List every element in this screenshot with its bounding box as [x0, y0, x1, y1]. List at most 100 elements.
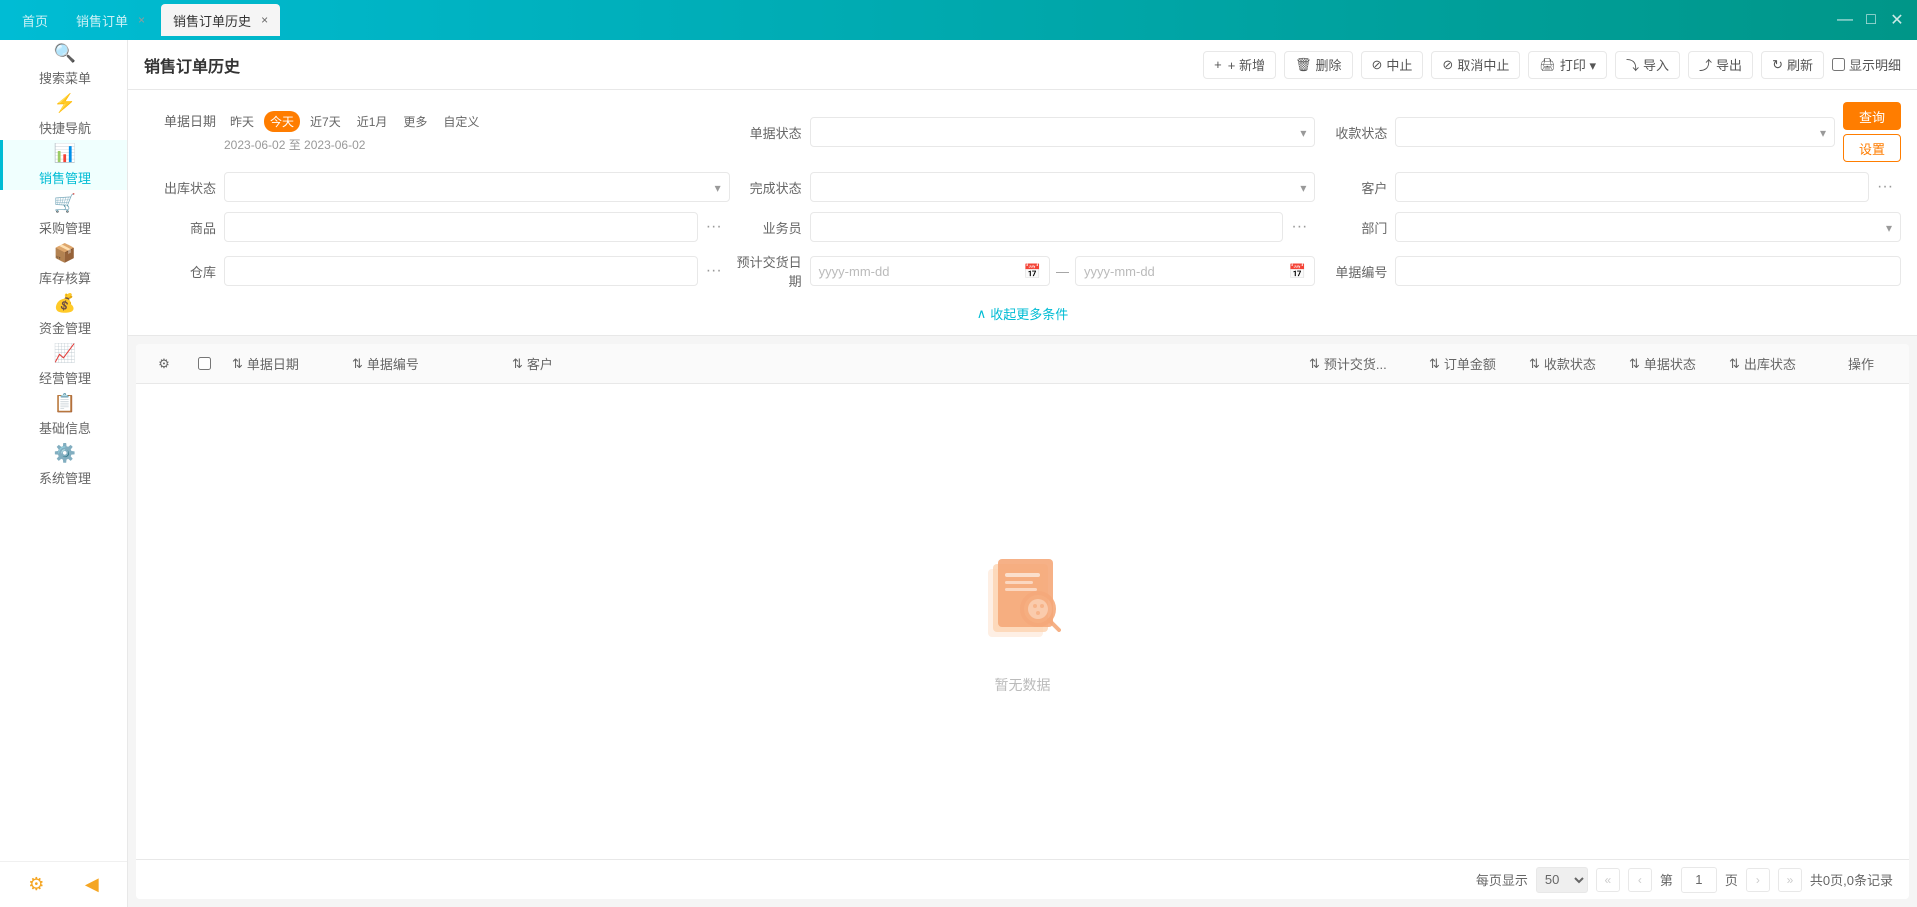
- tab-sales-order-close[interactable]: ×: [138, 13, 145, 27]
- page-header: 销售订单历史 + + 新增 🗑 删除 ⊘ 中止 ⊘ 取消中止: [128, 40, 1917, 90]
- sort-doc-status-icon[interactable]: ⇅: [1629, 356, 1640, 372]
- page-size-select[interactable]: 10 20 50 100: [1536, 867, 1588, 893]
- warehouse-ellipsis[interactable]: ···: [698, 262, 730, 280]
- display-detail-checkbox[interactable]: [1832, 58, 1845, 71]
- goods-input[interactable]: [224, 212, 698, 242]
- tab-sales-order-label: 销售订单: [76, 11, 128, 30]
- sidebar-item-finance-label: 资金管理: [39, 318, 91, 337]
- dept-label: 部门: [1315, 218, 1395, 237]
- sidebar-item-system[interactable]: ⚙️ 系统管理: [0, 440, 127, 490]
- date-more[interactable]: 更多: [397, 111, 433, 132]
- page-input[interactable]: [1681, 867, 1717, 893]
- sidebar-collapse-btn[interactable]: ◀: [81, 870, 103, 899]
- th-amount: ⇅ 订单金额: [1421, 354, 1521, 373]
- sidebar-item-base-info-label: 基础信息: [39, 418, 91, 437]
- sidebar-item-operations[interactable]: 📈 经营管理: [0, 340, 127, 390]
- last-page-btn[interactable]: »: [1778, 868, 1802, 892]
- sales-person-ellipsis[interactable]: ···: [1283, 218, 1315, 236]
- tab-home[interactable]: 首页: [10, 4, 60, 36]
- out-status-chevron: [715, 180, 721, 195]
- customer-input[interactable]: [1395, 172, 1869, 202]
- doc-status-select[interactable]: [810, 117, 1316, 147]
- doc-num-label: 单据编号: [1315, 262, 1395, 281]
- sidebar-item-inventory[interactable]: 📦 库存核算: [0, 240, 127, 290]
- date-custom[interactable]: 自定义: [437, 111, 485, 132]
- sidebar-item-base-info[interactable]: 📋 基础信息: [0, 390, 127, 440]
- date-yesterday[interactable]: 昨天: [224, 111, 260, 132]
- date-range: 2023-06-02 至 2023-06-02: [224, 136, 493, 153]
- sales-person-input[interactable]: [810, 212, 1284, 242]
- stop-icon: ⊘: [1372, 57, 1383, 73]
- prev-page-btn[interactable]: ‹: [1628, 868, 1652, 892]
- tab-sales-order[interactable]: 销售订单 ×: [64, 4, 157, 36]
- operations-icon: 📈: [54, 343, 76, 364]
- sort-amount-icon[interactable]: ⇅: [1429, 356, 1440, 372]
- maximize-btn[interactable]: □: [1861, 10, 1881, 30]
- out-status-select[interactable]: [224, 172, 730, 202]
- th-settings[interactable]: ⚙: [144, 356, 184, 372]
- display-detail-label: 显示明细: [1832, 55, 1901, 74]
- sort-customer-icon[interactable]: ⇅: [512, 356, 523, 372]
- sort-out-status-icon[interactable]: ⇅: [1729, 356, 1740, 372]
- sidebar-item-quick-nav[interactable]: ⚡ 快捷导航: [0, 90, 127, 140]
- finance-icon: 💰: [54, 293, 76, 314]
- cancel-stop-btn[interactable]: ⊘ 取消中止: [1431, 51, 1520, 79]
- sort-delivery-icon[interactable]: ⇅: [1309, 356, 1320, 372]
- tab-sales-order-history-close[interactable]: ×: [261, 13, 268, 27]
- date-1month[interactable]: 近1月: [351, 111, 394, 132]
- sidebar-settings-btn[interactable]: ⚙: [24, 870, 48, 899]
- stop-btn[interactable]: ⊘ 中止: [1361, 51, 1424, 79]
- system-icon: ⚙️: [54, 443, 76, 464]
- goods-ellipsis[interactable]: ···: [698, 218, 730, 236]
- customer-ellipsis[interactable]: ···: [1869, 178, 1901, 196]
- sidebar-item-purchase[interactable]: 🛒 采购管理: [0, 190, 127, 240]
- delivery-date-to[interactable]: yyyy-mm-dd 📅: [1075, 256, 1315, 286]
- print-btn[interactable]: 🖨 打印 ▾: [1528, 51, 1607, 79]
- sidebar-item-finance[interactable]: 💰 资金管理: [0, 290, 127, 340]
- sidebar-item-search-menu[interactable]: 🔍 搜索菜单: [0, 40, 127, 90]
- sales-person-label: 业务员: [730, 218, 810, 237]
- settings-btn[interactable]: 设置: [1843, 134, 1901, 162]
- delivery-date-label: 预计交货日期: [730, 252, 810, 290]
- doc-num-input[interactable]: [1395, 256, 1901, 286]
- close-btn[interactable]: ✕: [1887, 10, 1907, 30]
- sidebar-bottom: ⚙ ◀: [0, 861, 127, 907]
- table-settings-icon[interactable]: ⚙: [158, 356, 170, 372]
- complete-status-select[interactable]: [810, 172, 1316, 202]
- delete-btn[interactable]: 🗑 删除: [1284, 51, 1353, 79]
- pay-status-select[interactable]: [1395, 117, 1835, 147]
- cancel-stop-icon: ⊘: [1442, 57, 1453, 73]
- date-today[interactable]: 今天: [264, 111, 300, 132]
- sort-doc-date-icon[interactable]: ⇅: [232, 356, 243, 372]
- import-icon: ⤵: [1626, 55, 1639, 74]
- base-info-icon: 📋: [54, 393, 76, 414]
- th-doc-status: ⇅ 单据状态: [1621, 354, 1721, 373]
- warehouse-input[interactable]: [224, 256, 698, 286]
- import-btn[interactable]: ⤵ 导入: [1615, 51, 1680, 79]
- date-7days[interactable]: 近7天: [304, 111, 347, 132]
- tab-sales-order-history[interactable]: 销售订单历史 ×: [161, 4, 280, 36]
- delete-icon: 🗑: [1295, 57, 1312, 73]
- dept-select[interactable]: [1395, 212, 1901, 242]
- sort-pay-status-icon[interactable]: ⇅: [1529, 356, 1540, 372]
- collapse-bar[interactable]: ∧ 收起更多条件: [144, 300, 1901, 323]
- select-all-checkbox[interactable]: [198, 357, 211, 370]
- th-checkbox[interactable]: [184, 357, 224, 370]
- new-btn[interactable]: + + 新增: [1203, 51, 1276, 79]
- doc-status-label: 单据状态: [730, 123, 810, 142]
- export-btn[interactable]: ⤴ 导出: [1688, 51, 1753, 79]
- delivery-date-from[interactable]: yyyy-mm-dd 📅: [810, 256, 1050, 286]
- sidebar-item-inventory-label: 库存核算: [39, 268, 91, 287]
- filter-row-4: 仓库 ··· 预计交货日期 yyyy-mm-dd 📅 — yyyy-mm-dd …: [144, 252, 1901, 290]
- tab-home-label: 首页: [22, 11, 48, 30]
- sort-doc-num-icon[interactable]: ⇅: [352, 356, 363, 372]
- date-to-icon[interactable]: 📅: [1289, 263, 1306, 280]
- sidebar-item-sales[interactable]: 📊 销售管理: [0, 140, 127, 190]
- query-btn[interactable]: 查询: [1843, 102, 1901, 130]
- date-from-icon[interactable]: 📅: [1024, 263, 1041, 280]
- next-page-btn[interactable]: ›: [1746, 868, 1770, 892]
- minimize-btn[interactable]: —: [1835, 10, 1855, 30]
- first-page-btn[interactable]: «: [1596, 868, 1620, 892]
- refresh-btn[interactable]: ↻ 刷新: [1761, 51, 1824, 79]
- out-status-label: 出库状态: [144, 178, 224, 197]
